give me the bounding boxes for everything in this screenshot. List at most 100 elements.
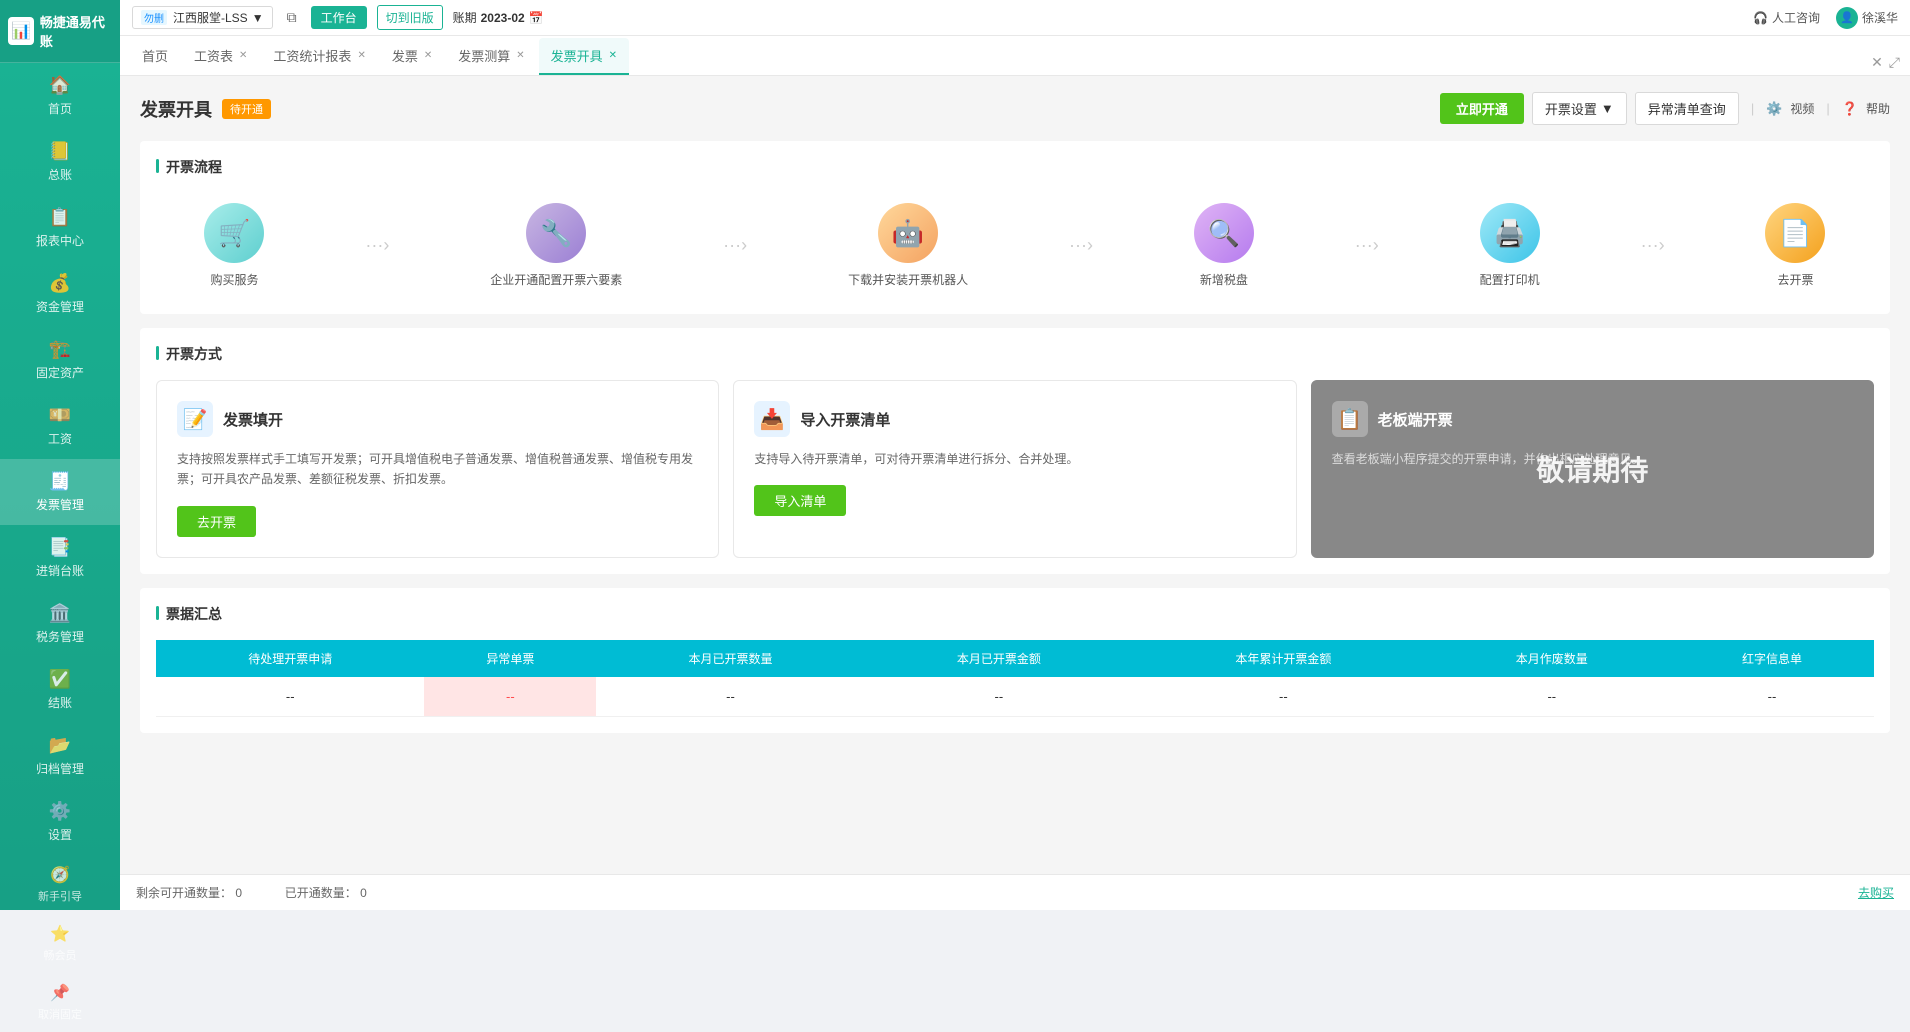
buy-link[interactable]: 去购买 [1858,884,1894,901]
methods-section: 开票方式 📝 发票填开 支持按照发票样式手工填写开发票；可开具增值税电子普通发票… [140,328,1890,574]
avatar: 👤 [1836,7,1858,29]
member-icon: ⭐ [50,924,70,944]
user-menu[interactable]: 👤 徐溪华 [1836,7,1898,29]
close-tab-invoice-calc[interactable]: ✕ [516,50,524,61]
status-badge: 待开通 [222,99,271,119]
remaining-label: 剩余可开通数量： [136,886,232,900]
tab-label-payslip: 工资表 [194,46,233,65]
sidebar-item-settlement[interactable]: ✅结账 [0,657,120,723]
calendar-icon[interactable]: 📅 [529,11,544,25]
method-btn-import-list[interactable]: 导入清单 [754,485,846,516]
sidebar-item-purchase-sales[interactable]: 📑进销台账 [0,525,120,591]
sidebar-label-invoice: 发票管理 [36,496,84,513]
tax-icon: 🏛️ [49,603,71,624]
topbar-right: 🎧 人工咨询 👤 徐溪华 [1753,7,1898,29]
step-arrow-4: ···› [1355,235,1379,256]
summary-column-header: 本月作废数量 [1434,640,1670,677]
sidebar-item-assets[interactable]: 🏗️固定资产 [0,327,120,393]
opened-value: 0 [360,886,367,900]
sidebar-label-tax: 税务管理 [36,628,84,645]
topbar-left: 勿删 江西服堂-LSS ▼ ⧉ 工作台 切到旧版 账期 2023-02 📅 [132,5,544,30]
settings-icon: ⚙️ [49,801,71,822]
step-add-taxbox[interactable]: 🔍 新增税盘 [1194,203,1254,288]
step-icon-config-elements: 🔧 [526,203,586,263]
summary-section: 票据汇总 待处理开票申请异常单票本月已开票数量本月已开票金额本年累计开票金额本月… [140,588,1890,733]
close-tab-invoice-tool[interactable]: ✕ [609,50,617,61]
help-label: 帮助 [1866,100,1890,117]
step-config-elements[interactable]: 🔧 企业开通配置开票六要素 [490,203,622,288]
service-button[interactable]: 🎧 人工咨询 [1753,9,1820,26]
copy-button[interactable]: ⧉ [283,7,301,28]
chevron-down-icon: ▼ [252,11,264,25]
open-now-button[interactable]: 立即开通 [1440,93,1524,124]
tab-home[interactable]: 首页 [130,38,180,75]
steps-section-title: 开票流程 [156,157,1874,177]
summary-column-header: 异常单票 [424,640,596,677]
close-tab-invoice-tab[interactable]: ✕ [424,50,432,61]
restore-tabs-button[interactable]: ⤢ [1889,54,1900,71]
sidebar-item-home[interactable]: 🏠首页 [0,63,120,129]
method-header-manual-fill: 📝 发票填开 [177,401,698,437]
sidebar-item-settings[interactable]: ⚙️设置 [0,789,120,855]
invoice-methods: 📝 发票填开 支持按照发票样式手工填写开发票；可开具增值税电子普通发票、增值税普… [156,380,1874,558]
tab-payroll-report[interactable]: 工资统计报表✕ [261,38,377,75]
close-tab-payroll-report[interactable]: ✕ [357,50,365,61]
sidebar-item-funds[interactable]: 💰资金管理 [0,261,120,327]
step-issue-invoice[interactable]: 📄 去开票 [1765,203,1825,288]
unpin-button[interactable]: 📌 取消固定 [0,973,120,1032]
sidebar-item-invoice[interactable]: 🧾发票管理 [0,459,120,525]
tab-invoice-tool[interactable]: 发票开具✕ [539,38,629,75]
sidebar-item-member[interactable]: ⭐畅会员 [0,914,120,973]
step-arrow-2: ···› [723,235,747,256]
archive-icon: 📂 [49,735,71,756]
opened-label: 已开通数量： [285,886,357,900]
funds-icon: 💰 [49,273,71,294]
summary-cell: -- [156,677,424,717]
step-icon-download-robot: 🤖 [878,203,938,263]
step-arrow-5: ···› [1641,235,1665,256]
open-settings-button[interactable]: 开票设置 ▼ [1532,92,1627,125]
summary-cell: -- [1133,677,1434,717]
close-tab-payslip[interactable]: ✕ [239,50,247,61]
view-settings-icon: ⚙️ [1766,101,1782,117]
username: 徐溪华 [1862,9,1898,26]
page-footer: 剩余可开通数量： 0 已开通数量： 0 去购买 [120,874,1910,910]
step-download-robot[interactable]: 🤖 下载并安装开票机器人 [848,203,968,288]
step-icon-buy-service: 🛒 [204,203,264,263]
sidebar-item-ledger[interactable]: 📒总账 [0,129,120,195]
steps-flow: 🛒 购买服务 ···› 🔧 企业开通配置开票六要素 ···› 🤖 下载并安装开票… [156,193,1874,298]
method-btn-manual-fill[interactable]: 去开票 [177,506,256,537]
payroll-icon: 💴 [49,405,71,426]
step-icon-add-taxbox: 🔍 [1194,203,1254,263]
step-config-printer[interactable]: 🖨️ 配置打印机 [1480,203,1540,288]
sidebar-item-reports[interactable]: 📋报表中心 [0,195,120,261]
sidebar-item-guide[interactable]: 🧭新手引导 [0,855,120,914]
tab-invoice-tab[interactable]: 发票✕ [380,38,444,75]
summary-column-header: 本月已开票金额 [865,640,1133,677]
tab-label-home: 首页 [142,46,168,65]
period-label: 账期 2023-02 📅 [453,9,544,26]
close-all-tabs-button[interactable]: ✕ [1871,54,1883,71]
step-label-add-taxbox: 新增税盘 [1200,271,1248,288]
workbench-button[interactable]: 工作台 [311,6,367,29]
step-buy-service[interactable]: 🛒 购买服务 [204,203,264,288]
company-selector[interactable]: 勿删 江西服堂-LSS ▼ [132,6,273,29]
switch-version-button[interactable]: 切到旧版 [377,5,443,30]
sidebar: 📊 畅捷通易代账 🏠首页📒总账📋报表中心💰资金管理🏗️固定资产💴工资🧾发票管理📑… [0,0,120,910]
main-area: 勿删 江西服堂-LSS ▼ ⧉ 工作台 切到旧版 账期 2023-02 📅 🎧 … [120,0,1910,910]
tab-label-invoice-calc: 发票测算 [458,46,510,65]
footer-info: 剩余可开通数量： 0 已开通数量： 0 [136,884,367,901]
method-header-import-list: 📥 导入开票清单 [754,401,1275,437]
settlement-icon: ✅ [49,669,71,690]
step-arrow-1: ···› [365,235,389,256]
sidebar-item-payroll[interactable]: 💴工资 [0,393,120,459]
sidebar-item-tax[interactable]: 🏛️ 税务管理 [0,591,120,657]
tab-payslip[interactable]: 工资表 ✕ [182,38,259,75]
sidebar-item-archive[interactable]: 📂归档管理 [0,723,120,789]
summary-section-title: 票据汇总 [156,604,1874,624]
tab-invoice-calc[interactable]: 发票测算 ✕ [446,38,536,75]
sidebar-label-guide: 新手引导 [38,888,82,904]
method-title-import-list: 导入开票清单 [800,409,890,430]
abnormal-list-button[interactable]: 异常清单查询 [1635,92,1739,125]
sidebar-label-assets: 固定资产 [36,364,84,381]
